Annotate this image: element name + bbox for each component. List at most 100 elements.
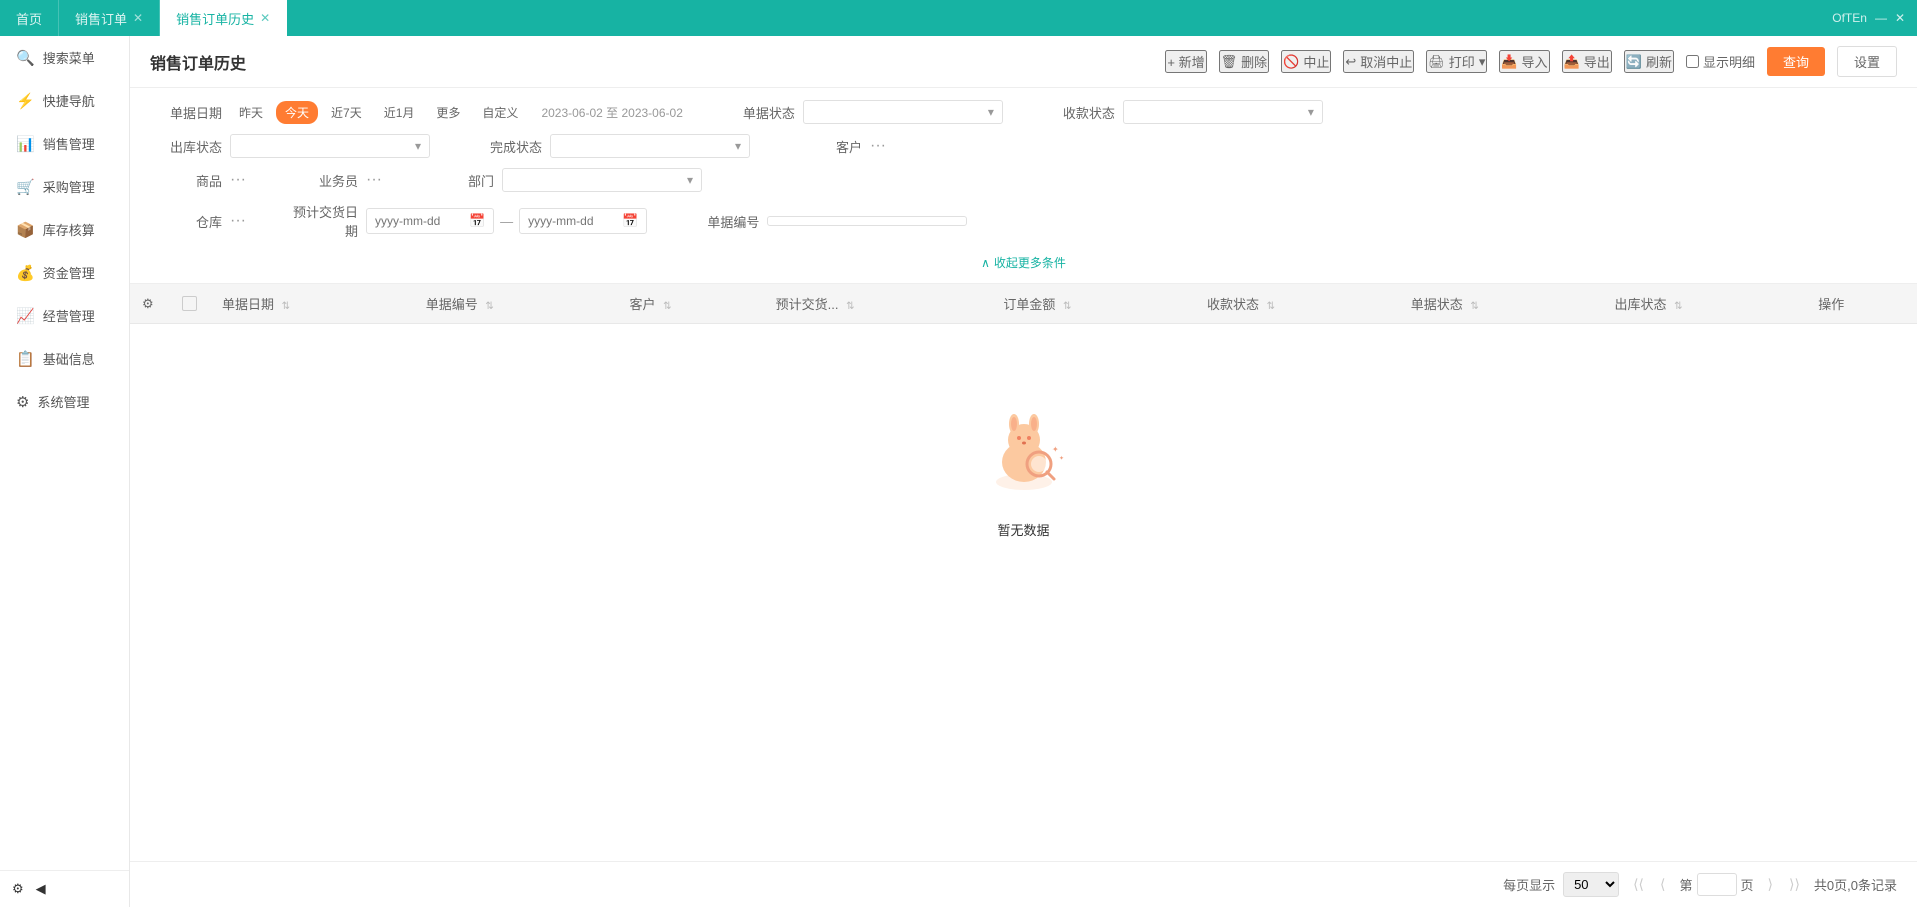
window-minimize[interactable]: — [1875, 11, 1887, 25]
delete-button[interactable]: 🗑 删除 [1219, 50, 1270, 73]
collapse-up-icon: ∧ [981, 256, 990, 270]
collapse-bar[interactable]: ∧ 收起更多条件 [150, 250, 1897, 271]
top-bar-user-text: OfTEn [1832, 11, 1867, 25]
sidebar-collapse-icon[interactable]: ◀ [36, 881, 46, 897]
th-out-status[interactable]: 出库状态 ⇅ [1602, 284, 1806, 324]
sidebar-item-inventory[interactable]: 📦 库存核算 [0, 208, 129, 251]
settings-button[interactable]: 设置 [1837, 46, 1897, 77]
new-button-label: + 新增 [1167, 52, 1204, 71]
th-settings[interactable]: ⚙ [130, 284, 170, 324]
new-button[interactable]: + 新增 [1165, 50, 1206, 73]
trash-icon: 🗑 [1221, 54, 1238, 70]
tab-sales-history[interactable]: 销售订单历史 ✕ [160, 0, 287, 36]
delivery-date-to-input[interactable] [528, 214, 618, 228]
select-all-checkbox[interactable] [182, 296, 197, 311]
department-filter-select[interactable]: ▾ [502, 168, 702, 192]
data-table: ⚙ 单据日期 ⇅ 单据编号 ⇅ 客户 ⇅ [130, 284, 1917, 619]
calendar-to-icon[interactable]: 📅 [622, 213, 638, 229]
sidebar-item-basicinfo[interactable]: 📋 基础信息 [0, 337, 129, 380]
sidebar-settings-icon[interactable]: ⚙ [12, 881, 24, 897]
customer-filter-input[interactable]: ··· [870, 137, 886, 155]
prev-page-button[interactable]: ⟨ [1654, 874, 1671, 895]
window-close[interactable]: ✕ [1895, 11, 1905, 25]
refresh-button-label: 刷新 [1646, 52, 1672, 71]
tab-home[interactable]: 首页 [0, 0, 59, 36]
sort-no-icon[interactable]: ⇅ [485, 301, 493, 312]
delivery-date-from[interactable]: 📅 [366, 208, 494, 234]
customer-filter-label: 客户 [790, 137, 870, 156]
tab-sales-order-close[interactable]: ✕ [133, 11, 143, 25]
order-no-input[interactable] [767, 216, 967, 226]
table-body: ✦ ✦ 暂无数据 [130, 324, 1917, 620]
sidebar-footer: ⚙ ◀ [0, 870, 129, 907]
stop-button[interactable]: 🚫 中止 [1281, 50, 1331, 73]
sidebar-item-finance-label: 资金管理 [43, 263, 95, 282]
cancel-stop-button[interactable]: ↩ 取消中止 [1343, 50, 1414, 73]
refresh-button[interactable]: 🔄 刷新 [1624, 50, 1674, 73]
date-btn-yesterday[interactable]: 昨天 [230, 101, 272, 124]
sort-pay-status-icon[interactable]: ⇅ [1267, 301, 1275, 312]
sidebar-item-quicknav[interactable]: ⚡ 快捷导航 [0, 79, 129, 122]
display-toggle-checkbox[interactable] [1686, 55, 1699, 68]
top-bar-right: OfTEn — ✕ [1832, 11, 1917, 25]
th-no[interactable]: 单据编号 ⇅ [414, 284, 618, 324]
sort-date-icon[interactable]: ⇅ [282, 301, 290, 312]
th-check[interactable] [170, 284, 210, 324]
per-page-select[interactable]: 20 50 100 [1563, 872, 1619, 897]
tab-sales-order[interactable]: 销售订单 ✕ [59, 0, 160, 36]
query-button[interactable]: 查询 [1767, 47, 1825, 76]
salesperson-filter-input[interactable]: ··· [366, 171, 382, 189]
cancel-stop-icon: ↩ [1345, 54, 1356, 70]
date-btn-more[interactable]: 更多 [427, 101, 469, 124]
sidebar-item-search[interactable]: 🔍 搜索菜单 [0, 36, 129, 79]
product-filter-input[interactable]: ··· [230, 171, 246, 189]
complete-status-select[interactable]: ▾ [550, 134, 750, 158]
th-amount[interactable]: 订单金额 ⇅ [991, 284, 1195, 324]
sidebar-item-purchase[interactable]: 🛒 采购管理 [0, 165, 129, 208]
calendar-from-icon[interactable]: 📅 [469, 213, 485, 229]
th-order-status[interactable]: 单据状态 ⇅ [1399, 284, 1603, 324]
delivery-date-from-input[interactable] [375, 214, 465, 228]
th-operations: 操作 [1806, 284, 1917, 324]
delete-button-label: 删除 [1241, 52, 1267, 71]
date-btn-7days[interactable]: 近7天 [322, 101, 371, 124]
delivery-date-label: 预计交货日期 [286, 202, 366, 240]
delivery-date-to[interactable]: 📅 [519, 208, 647, 234]
sidebar-item-system[interactable]: ⚙ 系统管理 [0, 380, 129, 423]
sort-order-status-icon[interactable]: ⇅ [1470, 301, 1478, 312]
outbound-status-select[interactable]: ▾ [230, 134, 430, 158]
pay-status-select[interactable]: ▾ [1123, 100, 1323, 124]
tab-list: 首页 销售订单 ✕ 销售订单历史 ✕ [0, 0, 287, 36]
main-layout: 🔍 搜索菜单 ⚡ 快捷导航 📊 销售管理 🛒 采购管理 📦 库存核算 💰 资金管… [0, 36, 1917, 907]
page-number-input[interactable]: 1 [1697, 873, 1737, 896]
sidebar-item-finance[interactable]: 💰 资金管理 [0, 251, 129, 294]
th-date[interactable]: 单据日期 ⇅ [210, 284, 414, 324]
date-btn-today[interactable]: 今天 [276, 101, 318, 124]
warehouse-filter-input[interactable]: ··· [230, 212, 246, 230]
next-page-button[interactable]: ⟩ [1762, 874, 1779, 895]
date-btn-1month[interactable]: 近1月 [375, 101, 424, 124]
print-button[interactable]: 🖨 打印 ▾ [1426, 50, 1487, 73]
last-page-button[interactable]: ⟩⟩ [1783, 874, 1806, 895]
cart-icon: 🛒 [16, 178, 35, 196]
th-delivery[interactable]: 预计交货... ⇅ [764, 284, 992, 324]
sort-amount-icon[interactable]: ⇅ [1063, 301, 1071, 312]
th-amount-label: 订单金额 [1003, 297, 1055, 312]
sort-out-status-icon[interactable]: ⇅ [1674, 301, 1682, 312]
sidebar-item-basicinfo-label: 基础信息 [43, 349, 95, 368]
sidebar-item-operations[interactable]: 📈 经营管理 [0, 294, 129, 337]
order-status-select[interactable]: ▾ [803, 100, 1003, 124]
date-btn-custom[interactable]: 自定义 [473, 101, 527, 124]
sidebar-item-sales[interactable]: 📊 销售管理 [0, 122, 129, 165]
import-button[interactable]: 📥 导入 [1499, 50, 1549, 73]
toolbar: + 新增 🗑 删除 🚫 中止 ↩ 取消中止 🖨 打印 ▾ [1165, 46, 1897, 77]
tab-sales-history-close[interactable]: ✕ [260, 11, 270, 25]
order-status-label: 单据状态 [723, 103, 803, 122]
sort-customer-icon[interactable]: ⇅ [663, 301, 671, 312]
sort-delivery-icon[interactable]: ⇅ [846, 301, 854, 312]
th-pay-status[interactable]: 收款状态 ⇅ [1195, 284, 1399, 324]
export-button[interactable]: 📤 导出 [1562, 50, 1612, 73]
sidebar-item-purchase-label: 采购管理 [43, 177, 95, 196]
first-page-button[interactable]: ⟨⟨ [1627, 874, 1650, 895]
th-customer[interactable]: 客户 ⇅ [617, 284, 763, 324]
